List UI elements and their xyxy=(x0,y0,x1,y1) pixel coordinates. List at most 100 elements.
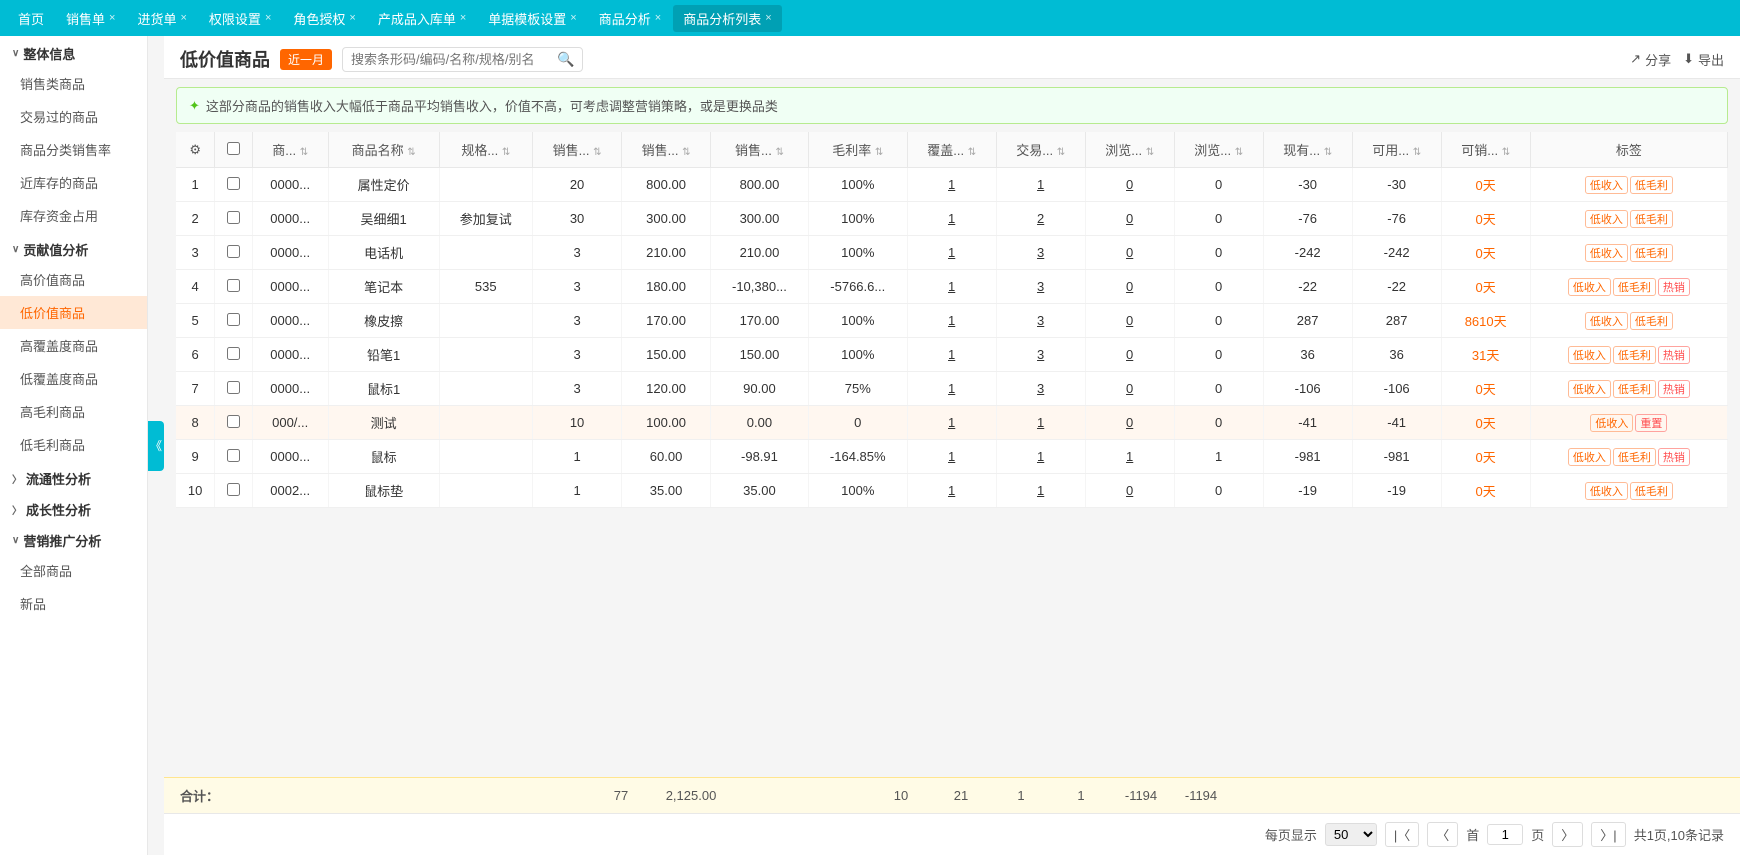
sidebar-item-low-coverage[interactable]: 低覆盖度商品 xyxy=(0,362,147,395)
sidebar-item-high-coverage[interactable]: 高覆盖度商品 xyxy=(0,329,147,362)
close-sales-icon[interactable]: × xyxy=(109,12,115,24)
cell-browse1[interactable]: 0 xyxy=(1085,202,1174,236)
close-permissions-icon[interactable]: × xyxy=(265,12,271,24)
prev-page-button[interactable]: 〈 xyxy=(1427,822,1458,847)
sidebar-item-new-goods[interactable]: 新品 xyxy=(0,587,147,620)
nav-item-purchase[interactable]: 进货单 × xyxy=(127,5,196,32)
per-page-select[interactable]: 50 100 200 xyxy=(1325,823,1377,846)
cell-browse1[interactable]: 0 xyxy=(1085,338,1174,372)
cell-browse1[interactable]: 1 xyxy=(1085,440,1174,474)
th-sellable[interactable]: 可销... ⇅ xyxy=(1441,132,1530,168)
cell-browse1[interactable]: 0 xyxy=(1085,236,1174,270)
row-checkbox[interactable] xyxy=(227,483,240,496)
cell-num-0: 10 xyxy=(533,406,622,440)
page-number-input[interactable] xyxy=(1487,824,1523,845)
table-row: 100002...鼠标垫135.0035.00100%1100-19-190天低… xyxy=(176,474,1728,508)
row-checkbox[interactable] xyxy=(227,279,240,292)
last-page-button[interactable]: 〉| xyxy=(1591,822,1625,847)
nav-item-analysis[interactable]: 商品分析 × xyxy=(589,5,671,32)
cell-browse1[interactable]: 0 xyxy=(1085,168,1174,202)
row-checkbox[interactable] xyxy=(227,245,240,258)
share-button[interactable]: ↗ 分享 xyxy=(1630,50,1671,69)
sidebar-item-all-goods[interactable]: 全部商品 xyxy=(0,554,147,587)
filter-tag[interactable]: 近一月 xyxy=(280,49,332,70)
th-trade[interactable]: 交易... ⇅ xyxy=(996,132,1085,168)
cell-col13: -22 xyxy=(1263,270,1352,304)
sidebar-collapse-button[interactable]: 《 xyxy=(148,421,164,471)
sidebar-group-overall[interactable]: ∨ 整体信息 xyxy=(0,36,147,67)
th-profit-rate[interactable]: 毛利率 ⇅ xyxy=(808,132,907,168)
th-sales3[interactable]: 销售... ⇅ xyxy=(711,132,809,168)
nav-item-permissions[interactable]: 权限设置 × xyxy=(199,5,281,32)
th-sales1[interactable]: 销售... ⇅ xyxy=(533,132,622,168)
cell-num-4: 1 xyxy=(907,202,996,236)
th-code[interactable]: 商... ⇅ xyxy=(252,132,328,168)
sidebar-item-high-value[interactable]: 高价值商品 xyxy=(0,263,147,296)
nav-item-sales[interactable]: 销售单 × xyxy=(56,5,125,32)
cell-col13: -30 xyxy=(1263,168,1352,202)
nav-item-roles[interactable]: 角色授权 × xyxy=(283,5,365,32)
cell-browse1[interactable]: 0 xyxy=(1085,304,1174,338)
th-settings[interactable]: ⚙ xyxy=(176,132,215,168)
close-analysis-list-icon[interactable]: × xyxy=(765,12,771,24)
cell-name: 属性定价 xyxy=(328,168,439,202)
cell-col13: 36 xyxy=(1263,338,1352,372)
cell-num-0: 20 xyxy=(533,168,622,202)
sidebar-item-low-value[interactable]: 低价值商品 xyxy=(0,296,147,329)
search-icon[interactable]: 🔍 xyxy=(557,51,574,68)
export-button[interactable]: ⬇ 导出 xyxy=(1683,50,1724,69)
cell-browse1[interactable]: 0 xyxy=(1085,474,1174,508)
sidebar-item-sales-goods[interactable]: 销售类商品 xyxy=(0,67,147,100)
cell-browse1[interactable]: 0 xyxy=(1085,406,1174,440)
th-name[interactable]: 商品名称 ⇅ xyxy=(328,132,439,168)
sidebar-item-low-profit[interactable]: 低毛利商品 xyxy=(0,428,147,461)
row-checkbox[interactable] xyxy=(227,449,240,462)
row-checkbox[interactable] xyxy=(227,415,240,428)
sidebar-group-contribution[interactable]: ∨ 贡献值分析 xyxy=(0,232,147,263)
th-browse1[interactable]: 浏览... ⇅ xyxy=(1085,132,1174,168)
cell-code: 0000... xyxy=(252,168,328,202)
close-analysis-icon[interactable]: × xyxy=(655,12,661,24)
close-template-icon[interactable]: × xyxy=(570,12,576,24)
nav-item-analysis-list[interactable]: 商品分析列表 × xyxy=(673,5,781,32)
row-checkbox[interactable] xyxy=(227,381,240,394)
cell-col12: 0 xyxy=(1174,474,1263,508)
th-browse2[interactable]: 浏览... ⇅ xyxy=(1174,132,1263,168)
cell-browse1[interactable]: 0 xyxy=(1085,270,1174,304)
close-warehouse-icon[interactable]: × xyxy=(460,12,466,24)
nav-item-warehouse[interactable]: 产成品入库单 × xyxy=(368,5,476,32)
close-purchase-icon[interactable]: × xyxy=(180,12,186,24)
nav-item-template[interactable]: 单据模板设置 × xyxy=(478,5,586,32)
cell-num-5: 1 xyxy=(996,168,1085,202)
row-checkbox[interactable] xyxy=(227,211,240,224)
nav-home[interactable]: 首页 xyxy=(8,5,54,32)
cell-name: 吴细细1 xyxy=(328,202,439,236)
next-page-button[interactable]: 〉 xyxy=(1552,822,1583,847)
sidebar-item-stock-funds[interactable]: 库存资金占用 xyxy=(0,199,147,232)
th-current-stock[interactable]: 现有... ⇅ xyxy=(1263,132,1352,168)
sidebar-group-marketing[interactable]: ∨ 营销推广分析 xyxy=(0,523,147,554)
row-checkbox[interactable] xyxy=(227,347,240,360)
table-row: 50000...橡皮擦3170.00170.00100%130028728786… xyxy=(176,304,1728,338)
th-spec[interactable]: 规格... ⇅ xyxy=(439,132,533,168)
sidebar-item-traded-goods[interactable]: 交易过的商品 xyxy=(0,100,147,133)
cell-num: 1 xyxy=(176,168,215,202)
close-roles-icon[interactable]: × xyxy=(349,12,355,24)
cell-browse1[interactable]: 0 xyxy=(1085,372,1174,406)
sidebar-group-circulation[interactable]: 〉 流通性分析 xyxy=(0,461,147,492)
th-sales2[interactable]: 销售... ⇅ xyxy=(622,132,711,168)
select-all-checkbox[interactable] xyxy=(227,142,240,155)
sidebar-item-category-sales[interactable]: 商品分类销售率 xyxy=(0,133,147,166)
sidebar-item-near-stock[interactable]: 近库存的商品 xyxy=(0,166,147,199)
search-input[interactable] xyxy=(351,52,551,67)
sidebar-group-growth[interactable]: 〉 成长性分析 xyxy=(0,492,147,523)
th-coverage[interactable]: 覆盖... ⇅ xyxy=(907,132,996,168)
sidebar-item-high-profit[interactable]: 高毛利商品 xyxy=(0,395,147,428)
cell-col14: -981 xyxy=(1352,440,1441,474)
cell-name: 橡皮擦 xyxy=(328,304,439,338)
cell-num: 9 xyxy=(176,440,215,474)
row-checkbox[interactable] xyxy=(227,177,240,190)
first-page-button[interactable]: |〈 xyxy=(1385,822,1419,847)
row-checkbox[interactable] xyxy=(227,313,240,326)
th-available-stock[interactable]: 可用... ⇅ xyxy=(1352,132,1441,168)
